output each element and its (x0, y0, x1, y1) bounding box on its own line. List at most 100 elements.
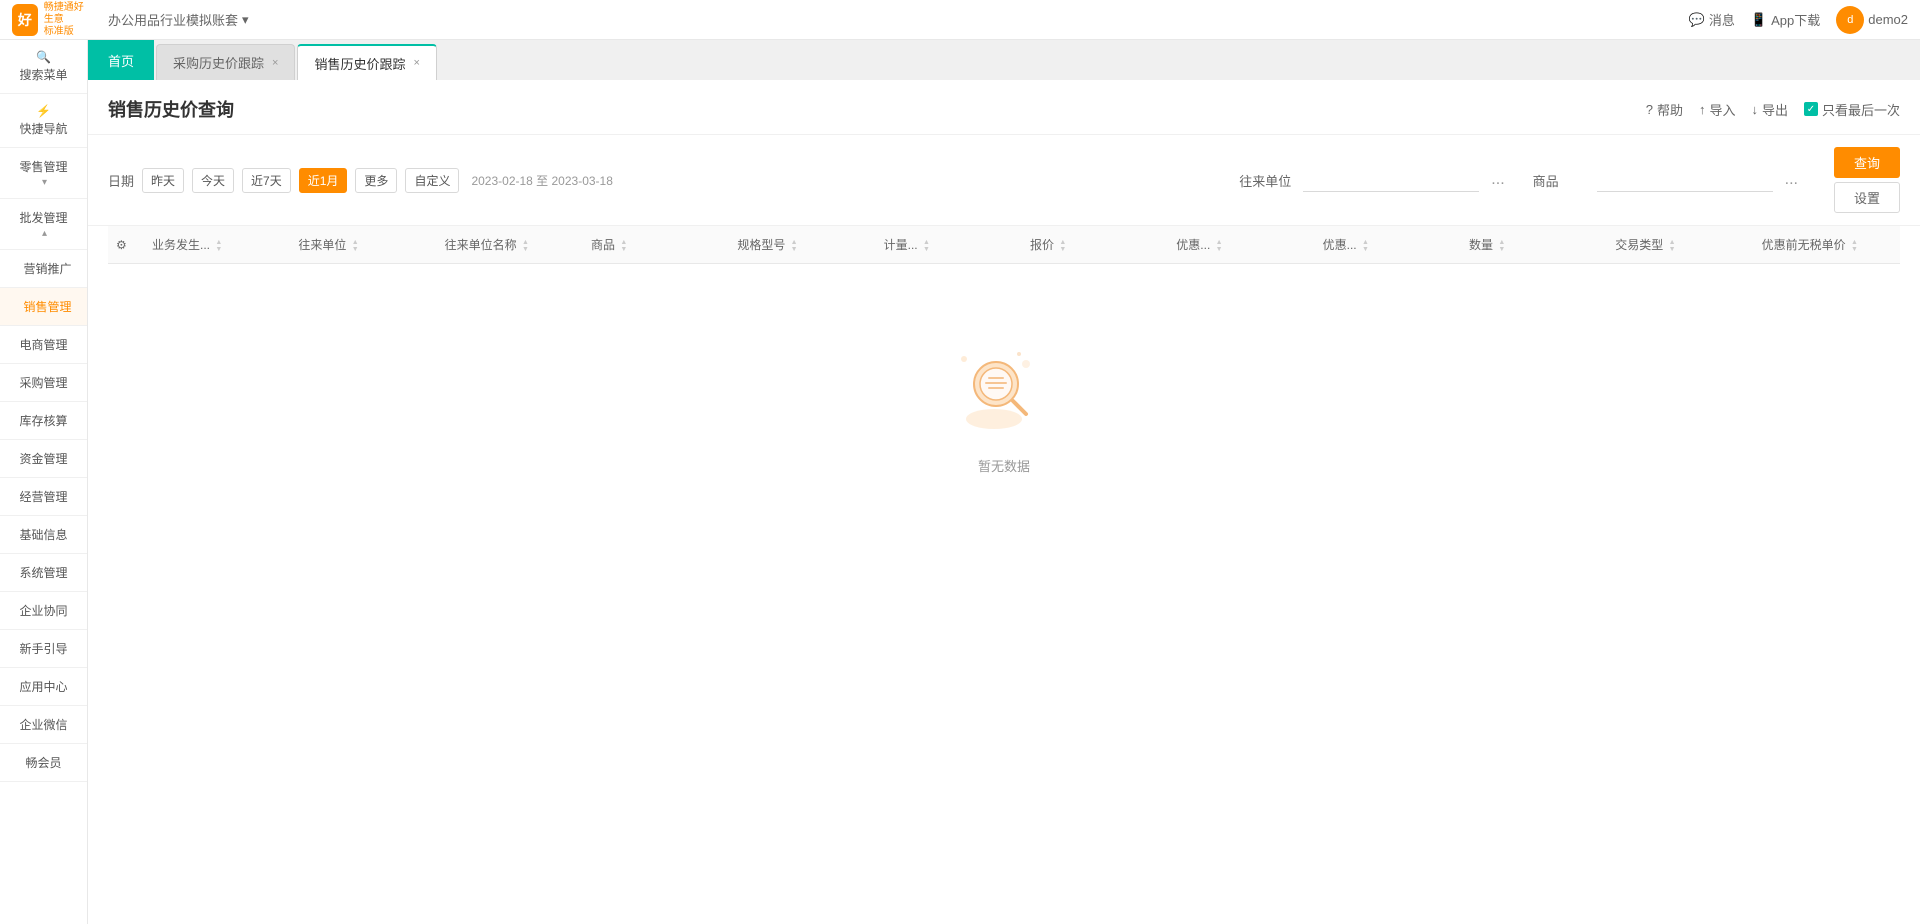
sidebar-item-guide[interactable]: 新手引导 (0, 630, 87, 668)
settings-button[interactable]: 设置 (1834, 182, 1900, 213)
partner-dots-icon[interactable]: ... (1487, 171, 1508, 189)
sidebar-item-marketing[interactable]: 营销推广 (0, 250, 87, 288)
action-btn-group: 查询 设置 (1834, 147, 1900, 213)
sidebar-item-member[interactable]: 畅会员 (0, 744, 87, 782)
sidebar-item-wholesale[interactable]: 批发管理 ▴ (0, 199, 87, 250)
sidebar-item-wechat[interactable]: 企业微信 (0, 706, 87, 744)
tab-home[interactable]: 首页 (88, 40, 154, 80)
tab-bar: 首页 采购历史价跟踪 × 销售历史价跟踪 × (88, 40, 1920, 80)
sort-icon-partner-name: ▲▼ (522, 239, 529, 253)
col-biz-date[interactable]: 业务发生... ▲▼ (144, 226, 290, 264)
sort-icon-partner-code: ▲▼ (352, 239, 359, 253)
header-left: 好 畅捷通好生意 标准版 办公用品行业模拟账套 ▾ (12, 2, 257, 38)
date-btn-custom[interactable]: 自定义 (405, 168, 459, 193)
col-unit[interactable]: 计量... ▲▼ (876, 226, 1022, 264)
partner-filter-label: 往来单位 (1239, 171, 1295, 190)
top-header: 好 畅捷通好生意 标准版 办公用品行业模拟账套 ▾ 💬 消息 📱 App下载 d… (0, 0, 1920, 40)
message-action[interactable]: 💬 消息 (1689, 10, 1735, 29)
date-filter-label: 日期 (108, 171, 134, 190)
sidebar-item-operations[interactable]: 经营管理 (0, 478, 87, 516)
gear-icon: ⚙ (116, 238, 127, 252)
page-header-actions: ? 帮助 ↑ 导入 ↓ 导出 ✓ 只看最后一次 (1646, 100, 1900, 119)
download-action[interactable]: 📱 App下载 (1751, 10, 1820, 29)
col-quantity[interactable]: 数量 ▲▼ (1461, 226, 1607, 264)
checkbox-checked-icon: ✓ (1804, 102, 1818, 116)
sort-icon-spec: ▲▼ (791, 239, 798, 253)
partner-filter-field: 往来单位 ... (1239, 168, 1508, 192)
date-btn-more[interactable]: 更多 (355, 168, 397, 193)
sidebar-item-sales[interactable]: 销售管理 (0, 288, 87, 326)
sort-icon-goods: ▲▼ (620, 239, 627, 253)
export-action[interactable]: ↓ 导出 (1751, 100, 1788, 119)
sort-icon-quoted-price: ▲▼ (1059, 239, 1066, 253)
date-btn-today[interactable]: 今天 (192, 168, 234, 193)
date-btn-last7[interactable]: 近7天 (242, 168, 291, 193)
import-action[interactable]: ↑ 导入 (1699, 100, 1736, 119)
tab-purchase-history[interactable]: 采购历史价跟踪 × (156, 44, 295, 80)
sidebar-item-inventory[interactable]: 库存核算 (0, 402, 87, 440)
app-selector[interactable]: 办公用品行业模拟账套 ▾ (100, 6, 257, 33)
sidebar-item-retail[interactable]: 零售管理 ▾ (0, 148, 87, 199)
table-area: ⚙ 业务发生... ▲▼ 往来单位 ▲▼ (88, 226, 1920, 924)
date-btn-last1m[interactable]: 近1月 (299, 168, 348, 193)
sidebar-item-basic[interactable]: 基础信息 (0, 516, 87, 554)
data-table: ⚙ 业务发生... ▲▼ 往来单位 ▲▼ (108, 226, 1900, 264)
col-discount2[interactable]: 优惠... ▲▼ (1315, 226, 1461, 264)
logo-icon: 好 (12, 4, 38, 36)
sort-icon-biz-date: ▲▼ (215, 239, 222, 253)
sidebar-item-appstore[interactable]: 应用中心 (0, 668, 87, 706)
sidebar-item-enterprise[interactable]: 企业协同 (0, 592, 87, 630)
only-last-checkbox-label[interactable]: ✓ 只看最后一次 (1804, 100, 1900, 119)
main-layout: 🔍 搜索菜单 ⚡ 快捷导航 零售管理 ▾ 批发管理 ▴ 营销推广 销售管理 电商… (0, 40, 1920, 924)
date-range-display: 2023-02-18 至 2023-03-18 (471, 172, 612, 189)
col-trade-type[interactable]: 交易类型 ▲▼ (1607, 226, 1753, 264)
question-icon: ? (1646, 102, 1653, 117)
query-button[interactable]: 查询 (1834, 147, 1900, 178)
import-icon: ↑ (1699, 102, 1706, 117)
logo-text: 畅捷通好生意 标准版 (44, 2, 92, 38)
chevron-up-icon: ▴ (42, 228, 47, 239)
col-partner-code[interactable]: 往来单位 ▲▼ (290, 226, 436, 264)
sidebar: 🔍 搜索菜单 ⚡ 快捷导航 零售管理 ▾ 批发管理 ▴ 营销推广 销售管理 电商… (0, 40, 88, 924)
chevron-down-icon: ▾ (242, 12, 249, 28)
avatar: d (1836, 6, 1864, 34)
sort-icon-discount2: ▲▼ (1362, 239, 1369, 253)
tab-sales-history[interactable]: 销售历史价跟踪 × (297, 44, 436, 80)
col-discount1[interactable]: 优惠... ▲▼ (1168, 226, 1314, 264)
sidebar-item-shortcut[interactable]: ⚡ 快捷导航 (0, 94, 87, 148)
close-tab-sales-icon[interactable]: × (413, 57, 419, 69)
message-icon: 💬 (1689, 12, 1705, 28)
sort-icon-quantity: ▲▼ (1498, 239, 1505, 253)
goods-dots-icon[interactable]: ... (1781, 171, 1802, 189)
empty-text: 暂无数据 (978, 456, 1030, 475)
goods-filter-label: 商品 (1533, 171, 1589, 190)
date-btn-yesterday[interactable]: 昨天 (142, 168, 184, 193)
col-partner-name[interactable]: 往来单位名称 ▲▼ (437, 226, 583, 264)
sidebar-item-system[interactable]: 系统管理 (0, 554, 87, 592)
col-pre-tax-price[interactable]: 优惠前无税单价 ▲▼ (1754, 226, 1900, 264)
sort-icon-trade-type: ▲▼ (1669, 239, 1676, 253)
goods-filter-input[interactable] (1597, 168, 1773, 192)
col-goods[interactable]: 商品 ▲▼ (583, 226, 729, 264)
shortcut-icon: ⚡ (36, 104, 51, 118)
sidebar-item-search[interactable]: 🔍 搜索菜单 (0, 40, 87, 94)
col-quoted-price[interactable]: 报价 ▲▼ (1022, 226, 1168, 264)
close-tab-purchase-icon[interactable]: × (272, 57, 278, 69)
user-action[interactable]: d demo2 (1836, 6, 1908, 34)
col-settings[interactable]: ⚙ (108, 226, 144, 264)
goods-filter-field: 商品 ... (1533, 168, 1802, 192)
search-icon: 🔍 (36, 50, 51, 64)
partner-filter-input[interactable] (1303, 168, 1479, 192)
help-action[interactable]: ? 帮助 (1646, 100, 1683, 119)
export-icon: ↓ (1751, 102, 1758, 117)
sidebar-item-ecommerce[interactable]: 电商管理 (0, 326, 87, 364)
table-header-row: ⚙ 业务发生... ▲▼ 往来单位 ▲▼ (108, 226, 1900, 264)
filter-row: 日期 昨天 今天 近7天 近1月 更多 自定义 2023-02-18 至 202… (108, 168, 613, 193)
sidebar-item-finance[interactable]: 资金管理 (0, 440, 87, 478)
phone-icon: 📱 (1751, 12, 1767, 28)
empty-state: 暂无数据 (108, 264, 1900, 555)
sort-icon-discount1: ▲▼ (1216, 239, 1223, 253)
filter-right: 往来单位 ... 商品 ... 查询 设置 (1239, 147, 1900, 213)
col-spec[interactable]: 规格型号 ▲▼ (729, 226, 875, 264)
sidebar-item-purchase[interactable]: 采购管理 (0, 364, 87, 402)
